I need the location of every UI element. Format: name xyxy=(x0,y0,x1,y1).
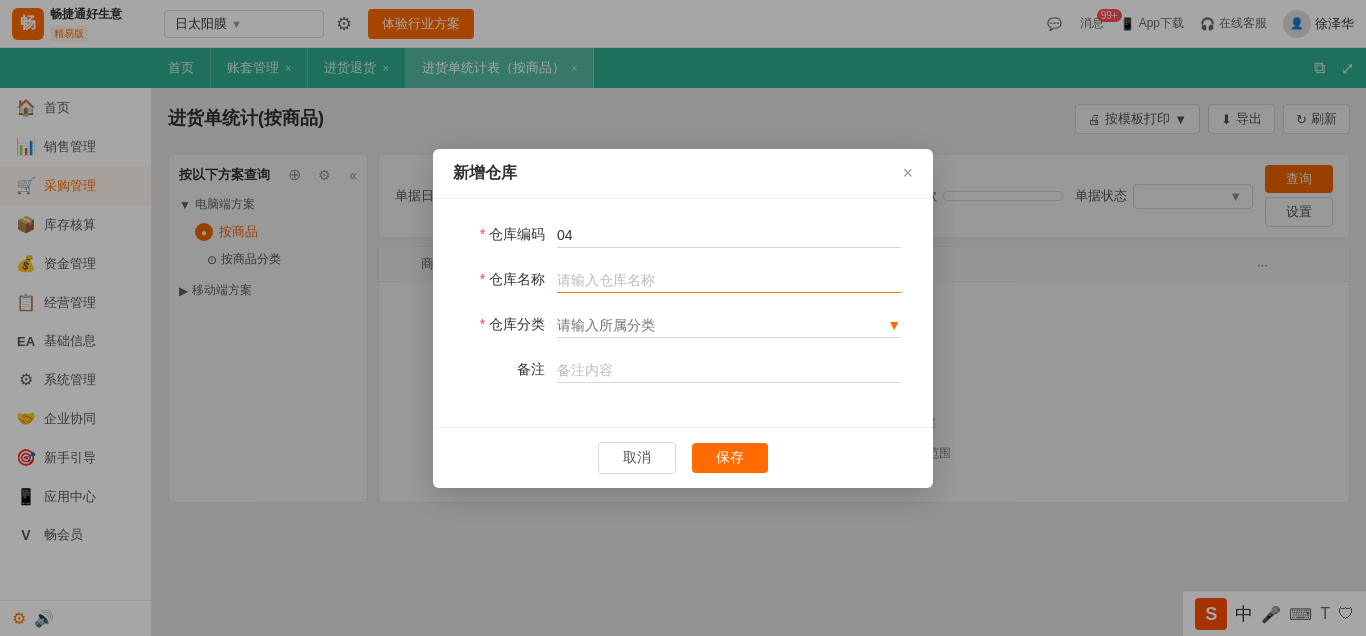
modal-close-button[interactable]: × xyxy=(902,164,913,182)
form-row-code: * 仓库编码 xyxy=(465,223,901,248)
modal-body: * 仓库编码 * 仓库名称 * 仓库分类 xyxy=(433,199,933,427)
remark-label: 备注 xyxy=(465,361,545,379)
required-star-name: * xyxy=(480,271,485,287)
cancel-button[interactable]: 取消 xyxy=(598,442,676,474)
category-select[interactable]: ▼ xyxy=(557,313,901,338)
form-row-name: * 仓库名称 xyxy=(465,268,901,293)
code-label: * 仓库编码 xyxy=(465,226,545,244)
modal-footer: 取消 保存 xyxy=(433,427,933,488)
category-input[interactable] xyxy=(557,313,887,337)
save-button[interactable]: 保存 xyxy=(692,443,768,473)
category-dropdown-arrow: ▼ xyxy=(887,317,901,333)
required-star-code: * xyxy=(480,226,485,242)
modal-title: 新增仓库 xyxy=(453,163,517,184)
code-input[interactable] xyxy=(557,223,901,248)
required-star-category: * xyxy=(480,316,485,332)
modal-overlay: 新增仓库 × * 仓库编码 * 仓库名称 xyxy=(0,0,1366,636)
name-label: * 仓库名称 xyxy=(465,271,545,289)
form-row-remark: 备注 xyxy=(465,358,901,383)
name-input[interactable] xyxy=(557,268,901,293)
remark-input[interactable] xyxy=(557,358,901,383)
modal-header: 新增仓库 × xyxy=(433,149,933,199)
form-row-category: * 仓库分类 ▼ xyxy=(465,313,901,338)
add-warehouse-modal: 新增仓库 × * 仓库编码 * 仓库名称 xyxy=(433,149,933,488)
category-label: * 仓库分类 xyxy=(465,316,545,334)
